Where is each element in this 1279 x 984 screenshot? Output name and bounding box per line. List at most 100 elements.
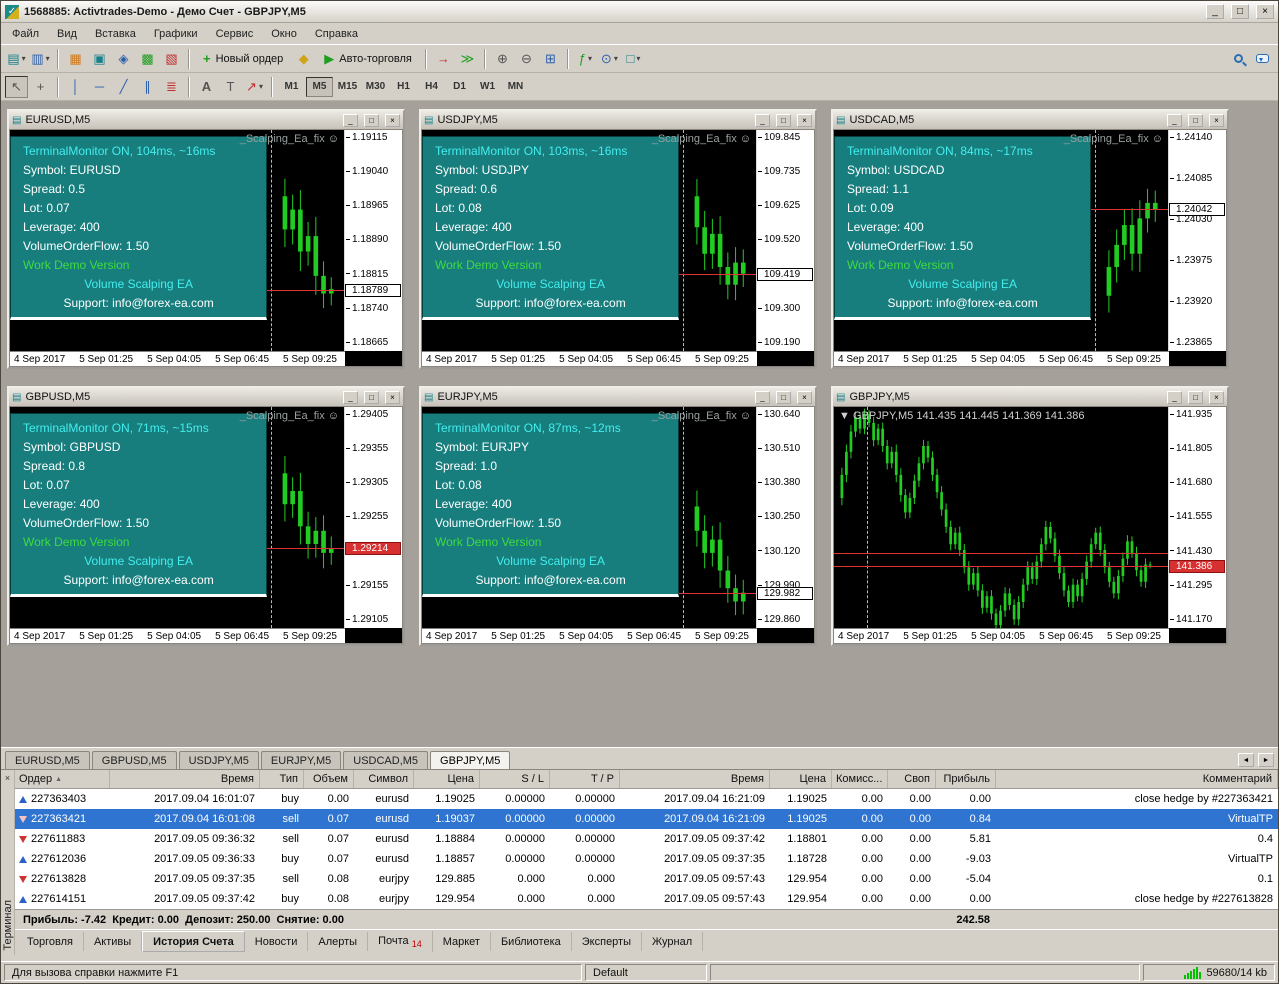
menu-insert[interactable]: Вставка <box>86 25 145 43</box>
history-row[interactable]: 227611883 2017.09.05 09:36:32 sell 0.07 euru… <box>15 829 1278 849</box>
chart-minimize-button[interactable]: _ <box>343 113 358 127</box>
chart-restore-button[interactable]: □ <box>1188 390 1203 404</box>
chart-canvas[interactable]: TerminalMonitor ON, 104ms, ~16ms Symbol: … <box>10 130 345 351</box>
menu-file[interactable]: Файл <box>3 25 48 43</box>
timeframe-m1[interactable]: M1 <box>278 77 305 97</box>
community-button[interactable] <box>1251 48 1274 70</box>
chart-tab-eurusd[interactable]: EURUSD,M5 <box>5 751 90 769</box>
column-header-4[interactable]: Объем <box>304 770 354 788</box>
terminal-close-button[interactable]: × <box>5 773 10 783</box>
tile-windows-button[interactable]: ⊞ <box>539 48 562 70</box>
chart-title-bar[interactable]: ▤ EURUSD,M5 _ □ × <box>9 111 403 129</box>
tab-alerts[interactable]: Алерты <box>308 932 369 951</box>
column-header-13[interactable]: Прибыль <box>936 770 996 788</box>
chart-tab-eurjpy[interactable]: EURJPY,M5 <box>260 751 342 769</box>
chart-close-button[interactable]: × <box>385 113 400 127</box>
tab-trade[interactable]: Торговля <box>17 932 84 951</box>
chart-tab-gbpusd[interactable]: GBPUSD,M5 <box>91 751 177 769</box>
label-button[interactable]: T <box>219 76 242 98</box>
history-row[interactable]: 227363421 2017.09.04 16:01:08 sell 0.07 euru… <box>15 809 1278 829</box>
cursor-button[interactable]: ↖ <box>5 75 28 98</box>
chart-canvas[interactable]: TerminalMonitor ON, 87ms, ~12ms Symbol: E… <box>422 407 757 628</box>
navigator-button[interactable]: ◈ <box>112 48 135 70</box>
smiley-icon[interactable]: ☺ <box>740 410 751 422</box>
menu-window[interactable]: Окно <box>262 25 306 43</box>
window-restore-button[interactable]: □ <box>1231 4 1249 19</box>
templates-button[interactable]: □ ▾ <box>622 48 645 70</box>
auto-scroll-button[interactable]: ≫ <box>456 48 479 70</box>
history-row[interactable]: 227363403 2017.09.04 16:01:07 buy 0.00 eurus… <box>15 789 1278 809</box>
window-minimize-button[interactable]: _ <box>1206 4 1224 19</box>
chart-canvas[interactable]: ▼ GBPJPY,M5 141.435 141.445 141.369 141.… <box>834 407 1169 628</box>
fibonacci-button[interactable]: ≣ <box>160 76 183 98</box>
chart-minimize-button[interactable]: _ <box>1167 390 1182 404</box>
menu-view[interactable]: Вид <box>48 25 86 43</box>
smiley-icon[interactable]: ☺ <box>328 133 339 145</box>
trendline-button[interactable]: ╱ <box>112 76 135 98</box>
column-header-10[interactable]: Цена <box>770 770 832 788</box>
column-header-3[interactable]: Тип <box>260 770 304 788</box>
price-scale[interactable]: 109.845109.735109.625109.520109.410109.3… <box>757 130 814 351</box>
column-header-12[interactable]: Своп <box>888 770 936 788</box>
chart-shift-button[interactable]: → <box>432 48 455 70</box>
history-row[interactable]: 227614151 2017.09.05 09:37:42 buy 0.08 eurjp… <box>15 889 1278 909</box>
menu-tools[interactable]: Сервис <box>207 25 263 43</box>
price-scale[interactable]: 141.935 141.805 141.680 141.555 141.430 141.2… <box>1169 407 1226 628</box>
menu-charts[interactable]: Графики <box>145 25 207 43</box>
horizontal-line-button[interactable]: ─ <box>88 76 111 98</box>
column-header-9[interactable]: Время <box>620 770 770 788</box>
chart-tab-usdjpy[interactable]: USDJPY,M5 <box>178 751 259 769</box>
chart-canvas[interactable]: TerminalMonitor ON, 103ms, ~16ms Symbol: … <box>422 130 757 351</box>
tab-experts[interactable]: Эксперты <box>572 932 643 951</box>
history-row[interactable]: 227612036 2017.09.05 09:36:33 buy 0.07 eurus… <box>15 849 1278 869</box>
smiley-icon[interactable]: ☺ <box>328 410 339 422</box>
price-scale[interactable]: 1.19115 1.19040 1.18965 1.18890 1.18815 1.187… <box>345 130 402 351</box>
new-order-button[interactable]: + Новый ордер <box>195 48 291 70</box>
price-scale[interactable]: 1.294051.293551.293051.292551.292051.291… <box>345 407 402 628</box>
price-scale[interactable]: 1.24140 1.24085 1.24030 1.23975 1.23920 1.238… <box>1169 130 1226 351</box>
timeframe-d1[interactable]: D1 <box>446 77 473 97</box>
time-axis[interactable]: 4 Sep 2017 5 Sep 01:25 5 Sep 04:05 5 Sep 06… <box>10 351 345 366</box>
timeframe-h1[interactable]: H1 <box>390 77 417 97</box>
strategy-tester-button[interactable]: ▧ <box>160 48 183 70</box>
column-header-14[interactable]: Комментарий <box>996 770 1278 788</box>
chart-close-button[interactable]: × <box>797 113 812 127</box>
smiley-icon[interactable]: ☺ <box>740 133 751 145</box>
terminal-button[interactable]: ▩ <box>136 48 159 70</box>
chart-restore-button[interactable]: □ <box>776 113 791 127</box>
history-row[interactable]: 227613828 2017.09.05 09:37:35 sell 0.08 eurj… <box>15 869 1278 889</box>
column-header-1[interactable]: Ордер ▲ <box>15 770 110 788</box>
zoom-in-button[interactable]: ⊕ <box>491 48 514 70</box>
tab-market[interactable]: Маркет <box>433 932 491 951</box>
search-button[interactable] <box>1227 48 1250 70</box>
tab-journal[interactable]: Журнал <box>642 932 704 951</box>
time-axis[interactable]: 4 Sep 2017 5 Sep 01:25 5 Sep 04:05 5 Sep 06… <box>422 351 757 366</box>
metaeditor-button[interactable]: ◆ <box>292 48 315 70</box>
column-header-7[interactable]: S / L <box>480 770 550 788</box>
chart-title-bar[interactable]: ▤ USDJPY,M5 _ □ × <box>421 111 815 129</box>
time-axis[interactable]: 4 Sep 2017 5 Sep 01:25 5 Sep 04:05 5 Sep 06… <box>10 628 345 643</box>
chart-title-bar[interactable]: ▤ USDCAD,M5 _ □ × <box>833 111 1227 129</box>
window-close-button[interactable]: × <box>1256 4 1274 19</box>
data-window-button[interactable]: ▣ <box>88 48 111 70</box>
crosshair-button[interactable]: + <box>29 76 52 98</box>
tab-library[interactable]: Библиотека <box>491 932 572 951</box>
chart-canvas[interactable]: TerminalMonitor ON, 71ms, ~15ms Symbol: G… <box>10 407 345 628</box>
menu-help[interactable]: Справка <box>306 25 367 43</box>
timeframe-m5[interactable]: M5 <box>306 76 333 97</box>
chart-minimize-button[interactable]: _ <box>755 113 770 127</box>
timeframe-w1[interactable]: W1 <box>474 77 501 97</box>
time-axis[interactable]: 4 Sep 2017 5 Sep 01:25 5 Sep 04:05 5 Sep 06… <box>834 628 1169 643</box>
tab-exposure[interactable]: Активы <box>84 932 143 951</box>
channel-button[interactable]: ∥ <box>136 76 159 98</box>
price-scale[interactable]: 130.640 130.510 130.380 130.250 130.120 129.9… <box>757 407 814 628</box>
column-header-2[interactable]: Время <box>110 770 260 788</box>
vertical-line-button[interactable]: │ <box>64 76 87 98</box>
chart-close-button[interactable]: × <box>385 390 400 404</box>
chart-restore-button[interactable]: □ <box>776 390 791 404</box>
chart-title-bar[interactable]: ▤ EURJPY,M5 _ □ × <box>421 388 815 406</box>
text-button[interactable]: A <box>195 76 218 98</box>
chart-restore-button[interactable]: □ <box>1188 113 1203 127</box>
column-header-8[interactable]: T / P <box>550 770 620 788</box>
chart-title-bar[interactable]: ▤ GBPUSD,M5 _ □ × <box>9 388 403 406</box>
